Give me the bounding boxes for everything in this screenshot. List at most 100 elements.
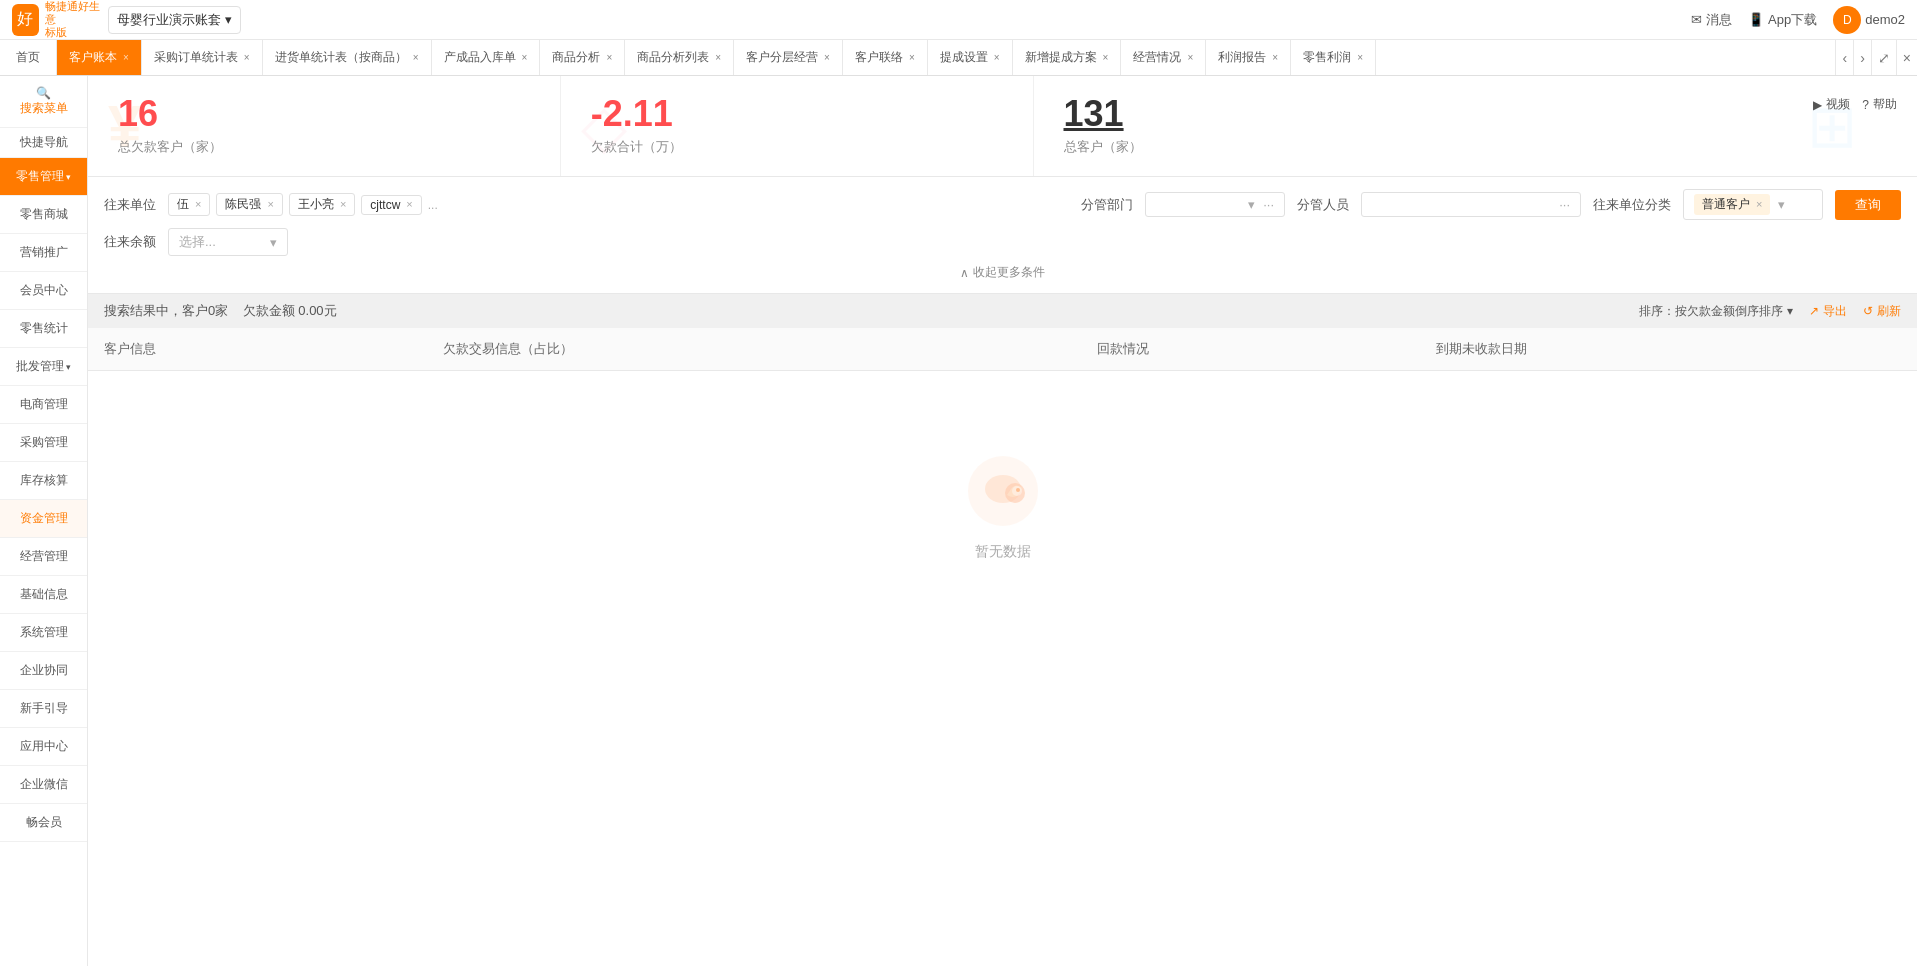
stat-label-customers: 总欠款客户（家） <box>118 138 222 156</box>
remainder-select[interactable]: 选择... ▾ <box>168 228 288 256</box>
sidebar-item-finance[interactable]: 资金管理 <box>0 500 87 538</box>
sort-dropdown[interactable]: 排序：按欠款金额倒序排序 ▾ <box>1639 303 1793 320</box>
tab-home[interactable]: 首页 <box>0 40 57 75</box>
more-icon: ··· <box>1559 197 1570 212</box>
tab-customer-account[interactable]: 客户账本 × <box>57 40 142 75</box>
tab-inbound-stats[interactable]: 进货单统计表（按商品） × <box>263 40 432 75</box>
tab-close-icon[interactable]: × <box>1357 52 1363 63</box>
sidebar-item-retail-mall[interactable]: 零售商城 <box>0 196 87 234</box>
tab-close-icon[interactable]: × <box>1272 52 1278 63</box>
remove-unit-class-tag[interactable]: × <box>1756 199 1762 210</box>
filter-row-2: 往来余额 选择... ▾ <box>104 228 1901 256</box>
tab-close-icon[interactable]: × <box>1103 52 1109 63</box>
stat-card-total-customers: ⊞ 131 总客户（家） ▶ 视频 ? 帮助 <box>1034 76 1918 176</box>
sidebar: 🔍 搜索菜单 快捷导航 零售管理 ▾ 零售商城 营销推广 会员中心 零售统计 批… <box>0 76 88 966</box>
video-btn[interactable]: ▶ 视频 <box>1813 96 1850 113</box>
tab-purchase-order-stats[interactable]: 采购订单统计表 × <box>142 40 263 75</box>
tab-close-icon[interactable]: × <box>909 52 915 63</box>
remove-tag-wang[interactable]: × <box>340 199 346 210</box>
sidebar-item-marketing[interactable]: 营销推广 <box>0 234 87 272</box>
tab-close-icon[interactable]: × <box>413 52 419 63</box>
sidebar-item-batch-mgmt[interactable]: 批发管理 ▾ <box>0 348 87 386</box>
tab-close-icon[interactable]: × <box>824 52 830 63</box>
chevron-down-icon: ▾ <box>1248 197 1255 212</box>
sidebar-item-label: 企业微信 <box>20 777 68 791</box>
sidebar-item-basic-info[interactable]: 基础信息 <box>0 576 87 614</box>
tab-close-icon[interactable]: × <box>715 52 721 63</box>
sidebar-search[interactable]: 🔍 搜索菜单 <box>0 76 87 128</box>
sidebar-item-label: 会员中心 <box>20 283 68 297</box>
sidebar-item-enterprise-collab[interactable]: 企业协同 <box>0 652 87 690</box>
query-btn[interactable]: 查询 <box>1835 190 1901 220</box>
nav-arrows: ‹ › ⤢ × <box>1835 40 1917 75</box>
org-selector[interactable]: 母婴行业演示账套 ▾ <box>108 6 241 34</box>
sidebar-item-enterprise-wechat[interactable]: 企业微信 <box>0 766 87 804</box>
sidebar-item-label: 零售商城 <box>20 207 68 221</box>
tab-close-icon[interactable]: × <box>123 52 129 63</box>
tab-operations[interactable]: 经营情况 × <box>1121 40 1206 75</box>
stat-label-total: 总客户（家） <box>1064 138 1142 156</box>
filter-more-tags[interactable]: ... <box>428 198 438 212</box>
sidebar-quick-nav[interactable]: 快捷导航 <box>0 128 87 158</box>
refresh-btn[interactable]: ↺ 刷新 <box>1863 303 1901 320</box>
tab-customer-segment[interactable]: 客户分层经营 × <box>734 40 843 75</box>
filter-tags-unit: 伍 × 陈民强 × 王小亮 × cjttcw × ... <box>168 193 1069 216</box>
tab-product-inbound[interactable]: 产成品入库单 × <box>432 40 541 75</box>
collapse-btn[interactable]: ∧ 收起更多条件 <box>104 264 1901 281</box>
sidebar-item-vip-member[interactable]: 畅会员 <box>0 804 87 842</box>
remove-tag-wu[interactable]: × <box>195 199 201 210</box>
sidebar-item-label: 新手引导 <box>20 701 68 715</box>
col-debt-info: 欠款交易信息（占比） <box>427 328 1081 371</box>
sidebar-item-purchase-mgmt[interactable]: 采购管理 <box>0 424 87 462</box>
tab-retail-profit[interactable]: 零售利润 × <box>1291 40 1376 75</box>
refresh-icon: ↺ <box>1863 304 1873 318</box>
tab-profit-report[interactable]: 利润报告 × <box>1206 40 1291 75</box>
more-icon: ··· <box>1263 197 1274 212</box>
message-btn[interactable]: ✉ 消息 <box>1691 11 1732 29</box>
stat-header-actions: ▶ 视频 ? 帮助 <box>1813 96 1897 113</box>
tab-close-icon[interactable]: × <box>522 52 528 63</box>
sidebar-item-operations-mgmt[interactable]: 经营管理 <box>0 538 87 576</box>
sidebar-item-system-mgmt[interactable]: 系统管理 <box>0 614 87 652</box>
sidebar-item-app-center[interactable]: 应用中心 <box>0 728 87 766</box>
nav-prev-btn[interactable]: ‹ <box>1835 40 1853 75</box>
tab-customer-contact[interactable]: 客户联络 × <box>843 40 928 75</box>
help-btn[interactable]: ? 帮助 <box>1862 96 1897 113</box>
tab-close-icon[interactable]: × <box>994 52 1000 63</box>
unit-class-select[interactable]: 普通客户 × ▾ <box>1683 189 1823 220</box>
result-bar: 搜索结果中，客户0家 欠款金额 0.00元 排序：按欠款金额倒序排序 ▾ ↗ 导… <box>88 294 1917 328</box>
app-download-btn[interactable]: 📱 App下载 <box>1748 11 1817 29</box>
sidebar-item-label: 资金管理 <box>20 511 68 525</box>
sidebar-item-ecommerce[interactable]: 电商管理 <box>0 386 87 424</box>
filter-tag-cjttcw: cjttcw × <box>361 195 421 215</box>
nav-expand-btn[interactable]: ⤢ <box>1871 40 1896 75</box>
sidebar-item-label: 营销推广 <box>20 245 68 259</box>
chevron-up-icon: ∧ <box>960 266 969 280</box>
tab-close-icon[interactable]: × <box>606 52 612 63</box>
sidebar-item-inventory[interactable]: 库存核算 <box>0 462 87 500</box>
sidebar-item-retail-mgmt[interactable]: 零售管理 ▾ <box>0 158 87 196</box>
tab-close-icon[interactable]: × <box>1187 52 1193 63</box>
tab-product-analysis[interactable]: 商品分析 × <box>540 40 625 75</box>
sidebar-item-new-guide[interactable]: 新手引导 <box>0 690 87 728</box>
tab-label: 产成品入库单 <box>444 49 516 66</box>
sidebar-item-member-center[interactable]: 会员中心 <box>0 272 87 310</box>
sidebar-item-retail-stats[interactable]: 零售统计 <box>0 310 87 348</box>
person-select[interactable]: ··· <box>1361 192 1581 217</box>
tab-close-icon[interactable]: × <box>244 52 250 63</box>
tab-product-analysis-list[interactable]: 商品分析列表 × <box>625 40 734 75</box>
user-avatar-btn[interactable]: D demo2 <box>1833 6 1905 34</box>
nav-close-btn[interactable]: × <box>1896 40 1917 75</box>
export-btn[interactable]: ↗ 导出 <box>1809 303 1847 320</box>
dept-select[interactable]: ▾ ··· <box>1145 192 1285 217</box>
remove-tag-cjttcw[interactable]: × <box>406 199 412 210</box>
nav-next-btn[interactable]: › <box>1853 40 1871 75</box>
tab-label: 商品分析 <box>552 49 600 66</box>
tab-raise-settings[interactable]: 提成设置 × <box>928 40 1013 75</box>
remove-tag-chen[interactable]: × <box>267 199 273 210</box>
sidebar-item-label: 批发管理 <box>16 358 64 375</box>
unit-filter-label: 往来单位 <box>104 196 156 214</box>
top-bar-right: ✉ 消息 📱 App下载 D demo2 <box>1691 6 1905 34</box>
chevron-icon: ▾ <box>66 172 71 182</box>
tab-new-raise-plan[interactable]: 新增提成方案 × <box>1013 40 1122 75</box>
